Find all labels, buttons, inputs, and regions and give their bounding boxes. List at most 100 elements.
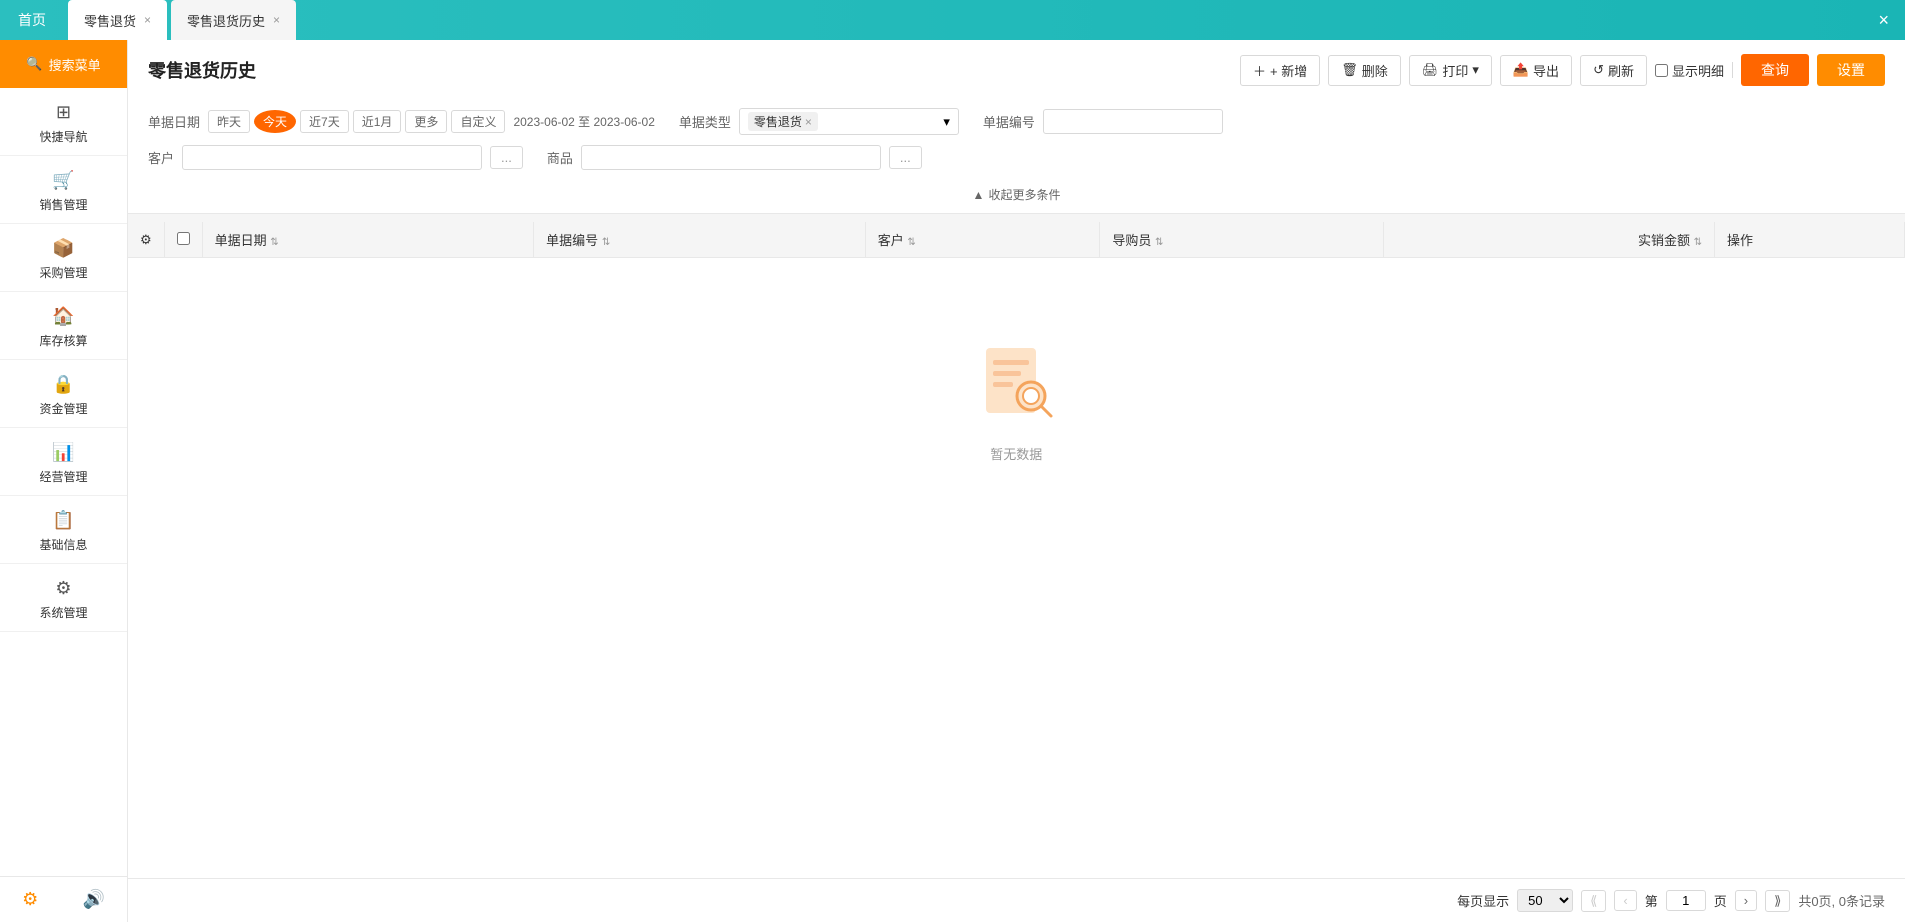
new-button[interactable]: ＋ + 新增 (1240, 55, 1320, 86)
date-btn-yesterday[interactable]: 昨天 (208, 110, 250, 133)
show-detail-checkbox[interactable] (1655, 64, 1668, 77)
sidebar-item-quick-nav[interactable]: ⊞ 快捷导航 (0, 88, 127, 156)
new-label: + 新增 (1270, 61, 1307, 80)
print-icon: 🖨 (1422, 62, 1439, 78)
delete-label: 删除 (1362, 61, 1388, 80)
col-date[interactable]: 单据日期 ⇅ (202, 222, 534, 258)
sidebar-search-label: 搜索菜单 (49, 55, 101, 74)
col-customer-label: 客户 (878, 233, 904, 248)
main-content: 零售退货历史 ＋ + 新增 🗑 删除 🖨 打印 ▾ (128, 40, 1905, 922)
sidebar-item-sales[interactable]: 🛒 销售管理 (0, 156, 127, 224)
sidebar-item-basic[interactable]: 📋 基础信息 (0, 496, 127, 564)
customer-filter: 客户 ... (148, 145, 523, 170)
select-all-checkbox[interactable] (177, 232, 190, 245)
tab-retail-return-history-label: 零售退货历史 (187, 11, 265, 30)
date-btn-1month[interactable]: 近1月 (353, 110, 402, 133)
col-guide-label: 导购员 (1112, 233, 1151, 248)
goods-ellipsis-btn[interactable]: ... (889, 146, 922, 169)
sidebar: 🔍 搜索菜单 ⊞ 快捷导航 🛒 销售管理 📦 采购管理 🏠 库存核算 🔒 资金管… (0, 40, 128, 922)
export-icon: 📤 (1513, 62, 1529, 78)
voucher-type-remove-icon[interactable]: × (805, 115, 812, 129)
basic-icon: 📋 (52, 510, 74, 531)
date-btn-today[interactable]: 今天 (254, 110, 296, 133)
tab-retail-return[interactable]: 零售退货 × (68, 0, 167, 40)
pagination-bar: 每页显示 20 50 100 ⟪ ‹ 第 页 › ⟫ 共0页, 0条记录 (128, 878, 1905, 922)
inventory-icon: 🏠 (52, 306, 74, 327)
empty-state: 暂无数据 (128, 258, 1905, 543)
customer-ellipsis-btn[interactable]: ... (490, 146, 523, 169)
sort-customer-icon: ⇅ (907, 237, 915, 248)
sidebar-search[interactable]: 🔍 搜索菜单 (0, 40, 127, 88)
export-button[interactable]: 📤 导出 (1500, 55, 1572, 86)
per-page-select[interactable]: 20 50 100 (1517, 889, 1573, 912)
sort-guide-icon: ⇅ (1155, 237, 1163, 248)
search-icon: 🔍 (26, 56, 42, 72)
col-checkbox[interactable] (164, 222, 202, 258)
voucher-type-tag: 零售退货 × (748, 112, 818, 131)
sidebar-item-label: 销售管理 (39, 196, 87, 213)
tab-retail-return-history[interactable]: 零售退货历史 × (171, 0, 296, 40)
settings-button[interactable]: 设置 (1817, 54, 1885, 86)
settings-label: 设置 (1837, 62, 1865, 78)
goods-input[interactable] (581, 145, 881, 170)
col-guide[interactable]: 导购员 ⇅ (1100, 222, 1383, 258)
first-page-btn[interactable]: ⟪ (1581, 890, 1606, 912)
col-action-label: 操作 (1727, 233, 1753, 248)
col-amount[interactable]: 实销金额 ⇅ (1383, 222, 1715, 258)
goods-label: 商品 (547, 148, 573, 167)
col-action: 操作 (1715, 222, 1905, 258)
empty-icon (971, 338, 1061, 428)
refresh-icon: ↺ (1593, 62, 1604, 78)
collapse-btn[interactable]: ▲ 收起更多条件 (148, 180, 1885, 213)
customer-input[interactable] (182, 145, 482, 170)
data-table: ⚙ 单据日期 ⇅ 单据编号 ⇅ 客户 ⇅ (128, 222, 1905, 543)
sidebar-item-inventory[interactable]: 🏠 库存核算 (0, 292, 127, 360)
settings-bottom-icon[interactable]: ⚙ (22, 889, 38, 910)
sidebar-item-label: 基础信息 (39, 536, 87, 553)
page-title: 零售退货历史 (148, 57, 256, 83)
query-button[interactable]: 查询 (1741, 54, 1809, 86)
prev-page-btn[interactable]: ‹ (1614, 890, 1636, 911)
date-filter: 单据日期 昨天 今天 近7天 近1月 更多 自定义 2023-06-02 至 2… (148, 110, 655, 133)
date-btn-more[interactable]: 更多 (405, 110, 447, 133)
sidebar-item-purchase[interactable]: 📦 采购管理 (0, 224, 127, 292)
page-input[interactable] (1666, 890, 1706, 911)
show-detail-label: 显示明细 (1672, 61, 1724, 80)
voucher-no-filter: 单据编号 (983, 109, 1223, 134)
col-customer[interactable]: 客户 ⇅ (865, 222, 1100, 258)
tab-home[interactable]: 首页 (0, 0, 64, 40)
col-voucher-no[interactable]: 单据编号 ⇅ (534, 222, 866, 258)
sidebar-item-label: 系统管理 (39, 604, 87, 621)
sidebar-item-label: 快捷导航 (39, 128, 87, 145)
last-page-btn[interactable]: ⟫ (1765, 890, 1790, 912)
voucher-type-select[interactable]: 零售退货 × ▾ (739, 108, 959, 135)
system-icon: ⚙ (55, 578, 71, 599)
refresh-button[interactable]: ↺ 刷新 (1580, 55, 1647, 86)
next-page-btn[interactable]: › (1735, 890, 1757, 911)
query-label: 查询 (1761, 62, 1789, 78)
sidebar-item-label: 采购管理 (39, 264, 87, 281)
close-window-button[interactable]: × (1878, 10, 1889, 31)
voucher-no-label: 单据编号 (983, 112, 1035, 131)
speaker-icon[interactable]: 🔊 (82, 889, 104, 910)
voucher-type-arrow-icon: ▾ (943, 114, 950, 130)
date-filter-label: 单据日期 (148, 112, 200, 131)
per-page-label: 每页显示 (1457, 891, 1509, 910)
close-tab-retail-return[interactable]: × (144, 13, 151, 27)
close-tab-retail-return-history[interactable]: × (273, 13, 280, 27)
delete-button[interactable]: 🗑 删除 (1328, 55, 1401, 86)
quick-nav-icon: ⊞ (56, 102, 71, 123)
print-button[interactable]: 🖨 打印 ▾ (1409, 55, 1492, 86)
voucher-no-input[interactable] (1043, 109, 1223, 134)
col-date-label: 单据日期 (215, 233, 267, 248)
sidebar-item-system[interactable]: ⚙ 系统管理 (0, 564, 127, 632)
sidebar-item-finance[interactable]: 🔒 资金管理 (0, 360, 127, 428)
sidebar-item-operations[interactable]: 📊 经营管理 (0, 428, 127, 496)
col-settings[interactable]: ⚙ (128, 222, 164, 258)
divider (1732, 62, 1733, 78)
date-range-display: 2023-06-02 至 2023-06-02 (513, 113, 654, 130)
sort-amount-icon: ⇅ (1694, 237, 1702, 248)
date-btn-7days[interactable]: 近7天 (300, 110, 349, 133)
page-label: 第 (1645, 891, 1658, 910)
date-btn-custom[interactable]: 自定义 (451, 110, 505, 133)
